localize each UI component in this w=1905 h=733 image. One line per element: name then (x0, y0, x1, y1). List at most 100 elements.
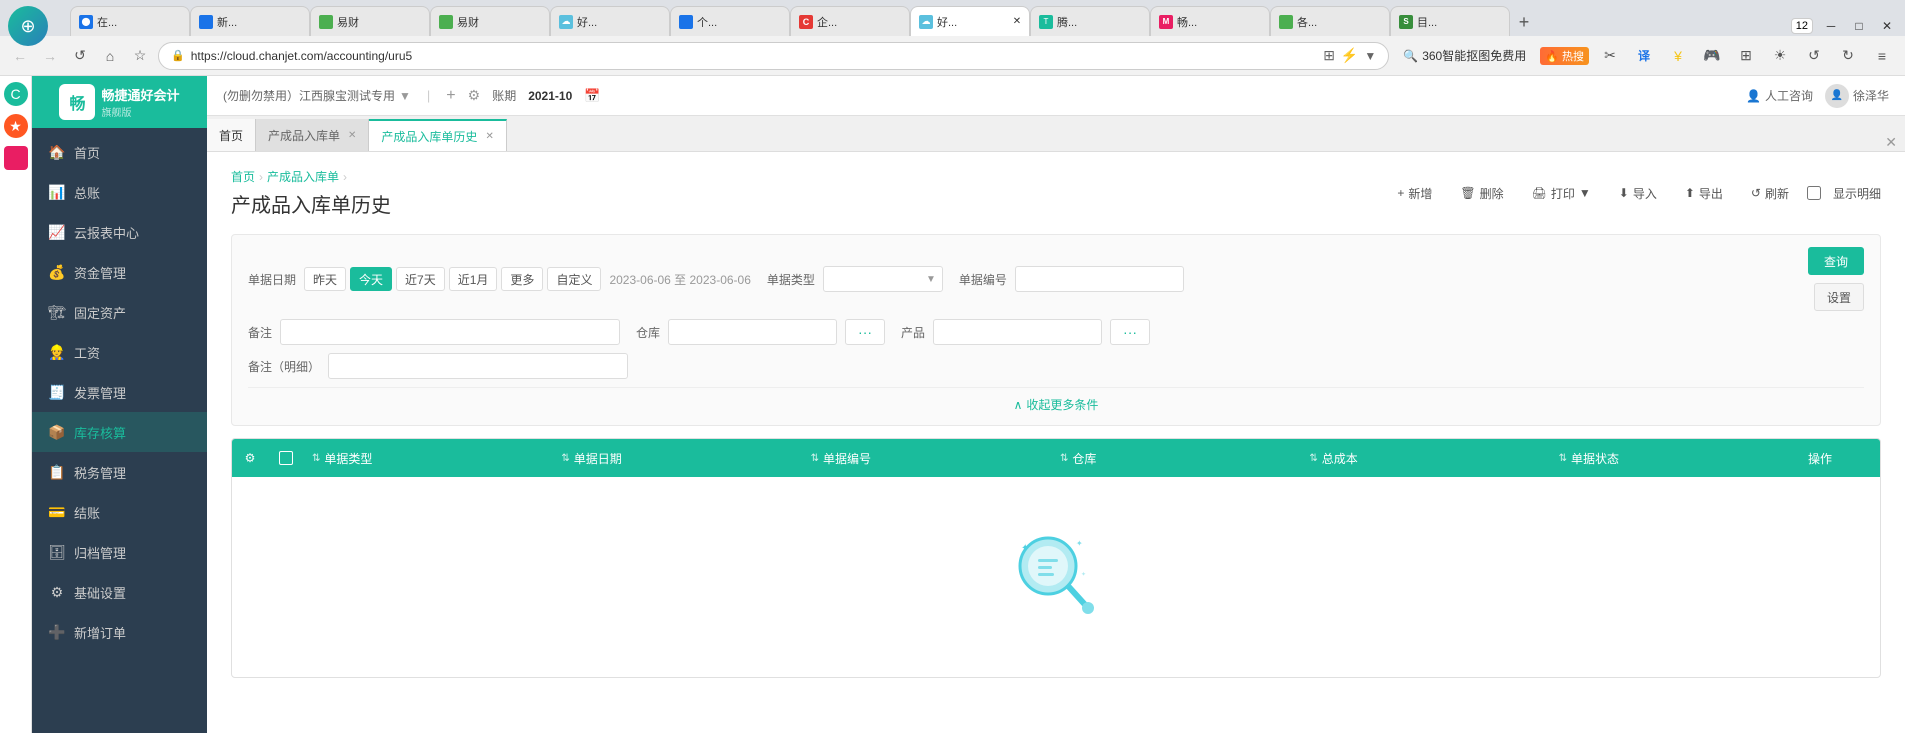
note-detail-input[interactable] (328, 353, 628, 379)
calendar-icon[interactable]: 📅 (584, 88, 600, 104)
forward-button[interactable]: → (38, 44, 62, 68)
sidebar-item-invoice[interactable]: 🧾 发票管理 (32, 372, 207, 412)
grid-view-icon[interactable]: ⊞ (1731, 42, 1761, 70)
col-status[interactable]: ⇅ 单据状态 (1551, 450, 1800, 467)
tab-1[interactable]: ⬤ 在... (70, 6, 190, 36)
col-warehouse[interactable]: ⇅ 仓库 (1052, 450, 1301, 467)
tab-list[interactable]: 产成品入库单 ✕ (256, 119, 369, 151)
translate-icon[interactable]: 译 (1629, 42, 1659, 70)
app-icon-2[interactable] (4, 146, 28, 170)
col-cost[interactable]: ⇅ 总成本 (1301, 450, 1550, 467)
date-btn-7days[interactable]: 近7天 (396, 267, 445, 291)
minimize-button[interactable]: ─ (1821, 16, 1841, 36)
tab-3-icon (319, 15, 333, 29)
setting-button[interactable]: 设置 (1814, 283, 1864, 311)
tab-count: 12 (1791, 18, 1813, 34)
date-btn-1month[interactable]: 近1月 (449, 267, 498, 291)
user-info[interactable]: 👤 徐泽华 (1825, 84, 1889, 108)
refresh-action-button[interactable]: ↺ 刷新 (1741, 179, 1799, 207)
tab-7[interactable]: C 企... (790, 6, 910, 36)
dropdown-icon[interactable]: ▼ (1364, 49, 1376, 63)
tab-12[interactable]: S 目... (1390, 6, 1510, 36)
date-btn-yesterday[interactable]: 昨天 (304, 267, 346, 291)
sidebar-item-ledger[interactable]: 📊 总账 (32, 172, 207, 212)
bookmark-button[interactable]: ☆ (128, 44, 152, 68)
company-select[interactable]: (勿删勿禁用）江西腺宝测试专用 ▼ (223, 87, 411, 104)
sidebar-item-inventory[interactable]: 📦 库存核算 (32, 412, 207, 452)
tab-10[interactable]: M 畅... (1150, 6, 1270, 36)
tab-9[interactable]: T 腾... (1030, 6, 1150, 36)
col-date[interactable]: ⇅ 单据日期 (553, 450, 802, 467)
tab-history[interactable]: 产成品入库单历史 ✕ (369, 119, 506, 151)
tab-3[interactable]: 易财 (310, 6, 430, 36)
yuan-icon[interactable]: ¥ (1663, 42, 1693, 70)
product-ellipsis-button[interactable]: ··· (1110, 319, 1150, 345)
sidebar-item-assets[interactable]: 🏗 固定资产 (32, 292, 207, 332)
table-gear-header[interactable]: ⚙ (232, 451, 268, 465)
tab-history-close[interactable]: ✕ (485, 131, 493, 142)
sidebar-item-settlement[interactable]: 💳 结账 (32, 492, 207, 532)
search-area[interactable]: 🔍 360智能抠图免费用 (1395, 42, 1534, 70)
new-tab-button[interactable]: + (1510, 8, 1538, 36)
menu-icon[interactable]: ≡ (1867, 42, 1897, 70)
warehouse-ellipsis-button[interactable]: ··· (845, 319, 885, 345)
collapse-button[interactable]: ∧ 收起更多条件 (1014, 396, 1099, 413)
sun-icon[interactable]: ☀ (1765, 42, 1795, 70)
col-type[interactable]: ⇅ 单据类型 (304, 450, 553, 467)
back-button[interactable]: ← (8, 44, 32, 68)
col-number[interactable]: ⇅ 单据编号 (803, 450, 1052, 467)
refresh-button[interactable]: ↺ (68, 44, 92, 68)
date-btn-custom[interactable]: 自定义 (547, 267, 601, 291)
scissors-icon[interactable]: ✂ (1595, 42, 1625, 70)
maximize-button[interactable]: □ (1849, 16, 1869, 36)
sidebar-item-archive[interactable]: 🗄 归档管理 (32, 532, 207, 572)
redo-icon[interactable]: ↻ (1833, 42, 1863, 70)
print-button[interactable]: 🖨 打印 ▼ (1522, 179, 1601, 207)
chanjet-icon[interactable]: C (4, 82, 28, 106)
delete-button[interactable]: 🗑 删除 (1450, 179, 1513, 207)
app-icon-1[interactable]: ★ (4, 114, 28, 138)
game-icon[interactable]: 🎮 (1697, 42, 1727, 70)
sidebar-item-home[interactable]: 🏠 首页 (32, 132, 207, 172)
number-input[interactable] (1015, 266, 1184, 292)
sidebar-item-fund[interactable]: 💰 资金管理 (32, 252, 207, 292)
service-button[interactable]: 👤 人工咨询 (1746, 87, 1813, 104)
product-input[interactable] (933, 319, 1102, 345)
settings-gear-button[interactable]: ⚙ (468, 87, 481, 104)
note-input[interactable] (280, 319, 620, 345)
breadcrumb-home[interactable]: 首页 (231, 168, 255, 185)
home-button[interactable]: ⌂ (98, 44, 122, 68)
table-check-header[interactable] (268, 451, 304, 465)
address-input[interactable]: 🔒 https://cloud.chanjet.com/accounting/u… (158, 42, 1389, 70)
tab-8-close[interactable]: ✕ (1009, 14, 1025, 30)
export-button[interactable]: ⬆ 导出 (1675, 179, 1733, 207)
tab-4[interactable]: 易财 (430, 6, 550, 36)
import-button[interactable]: ⬇ 导入 (1609, 179, 1667, 207)
tab-5[interactable]: ☁ 好... (550, 6, 670, 36)
type-dropdown[interactable]: ▼ (823, 266, 943, 292)
sidebar-item-cloud-report[interactable]: 📈 云报表中心 (32, 212, 207, 252)
select-all-checkbox[interactable] (279, 451, 293, 465)
date-btn-today[interactable]: 今天 (350, 267, 392, 291)
sidebar-item-salary[interactable]: 👷 工资 (32, 332, 207, 372)
query-button[interactable]: 查询 (1808, 247, 1864, 275)
close-window-button[interactable]: ✕ (1877, 16, 1897, 36)
undo-icon[interactable]: ↺ (1799, 42, 1829, 70)
add-company-button[interactable]: + (446, 87, 455, 105)
date-btn-more[interactable]: 更多 (501, 267, 543, 291)
sidebar-item-neworder[interactable]: ➕ 新增订单 (32, 612, 207, 652)
tab-2[interactable]: 新... (190, 6, 310, 36)
close-panel-button[interactable]: ✕ (1885, 134, 1897, 151)
tab-8[interactable]: ☁ 好... ✕ (910, 6, 1030, 36)
sidebar-item-settings[interactable]: ⚙ 基础设置 (32, 572, 207, 612)
tab-6[interactable]: 个... (670, 6, 790, 36)
breadcrumb-list[interactable]: 产成品入库单 (267, 168, 339, 185)
hot-badge[interactable]: 🔥 热搜 (1540, 47, 1589, 65)
tab-11[interactable]: 各... (1270, 6, 1390, 36)
tab-home[interactable]: 首页 (207, 119, 256, 151)
show-fields-checkbox[interactable] (1807, 186, 1821, 200)
tab-list-close[interactable]: ✕ (348, 130, 356, 141)
warehouse-input[interactable] (668, 319, 837, 345)
add-button[interactable]: + 新增 (1387, 179, 1442, 207)
sidebar-item-tax[interactable]: 📋 税务管理 (32, 452, 207, 492)
